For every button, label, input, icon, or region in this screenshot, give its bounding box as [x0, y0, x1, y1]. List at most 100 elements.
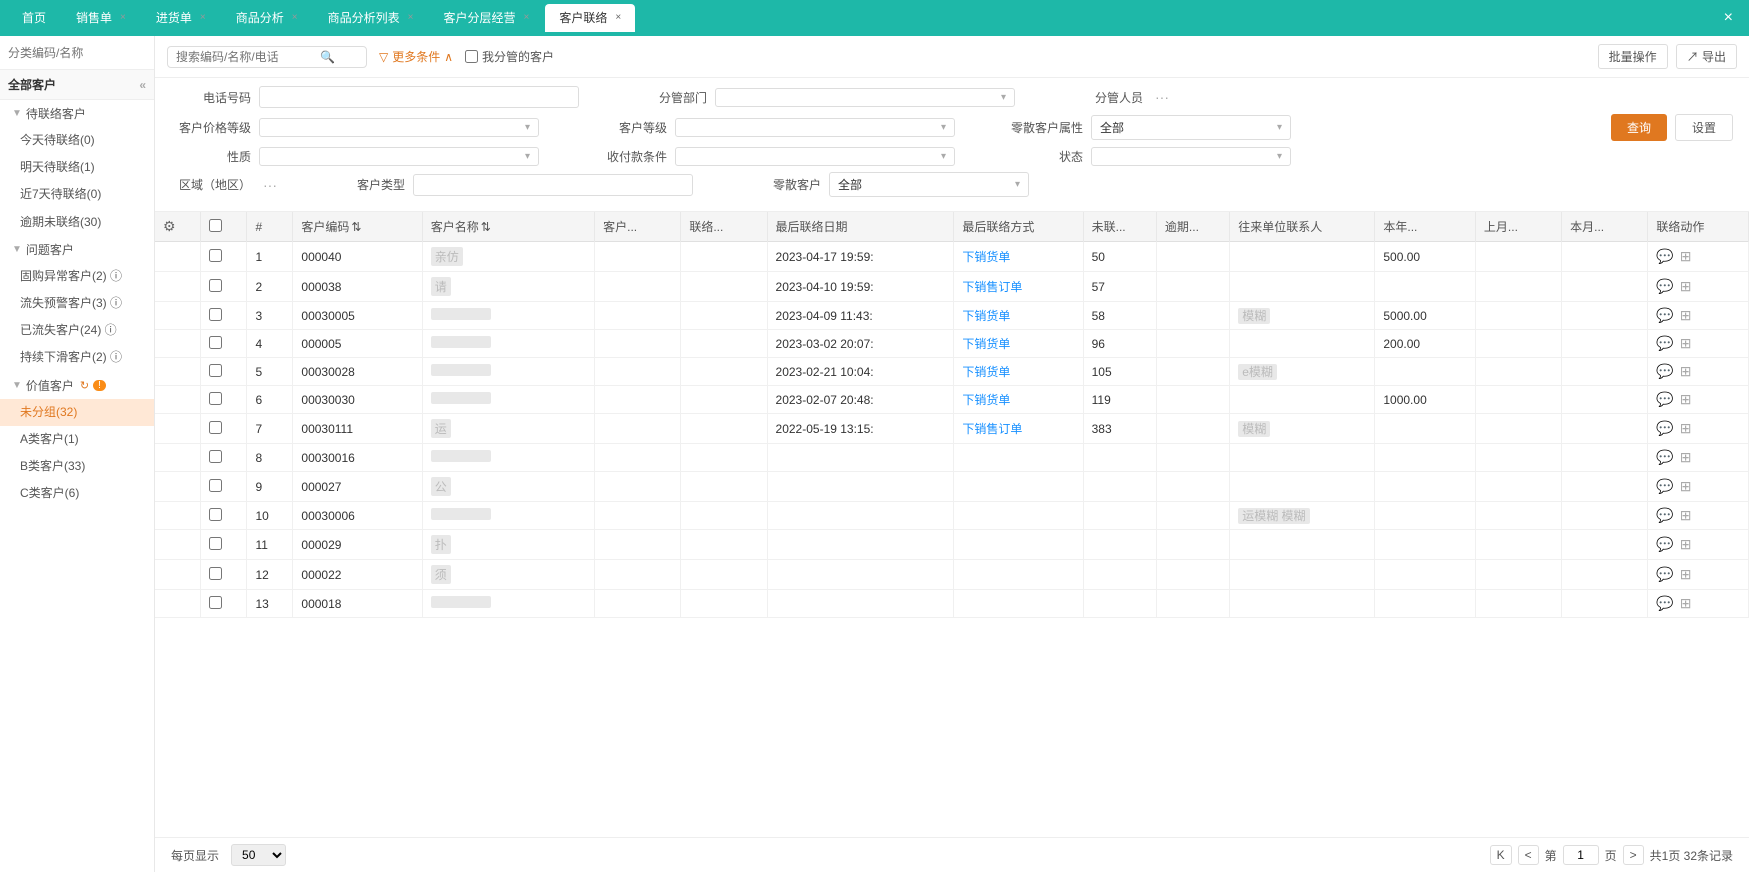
my-customers-checkbox[interactable]	[465, 50, 478, 63]
manager-dots[interactable]: ···	[1155, 89, 1169, 105]
row-checkbox[interactable]	[209, 450, 222, 463]
sidebar-item-unrated[interactable]: 未分组(32)	[0, 399, 154, 426]
status-select[interactable]: ▾	[1091, 147, 1291, 166]
cell-checkbox[interactable]	[201, 330, 247, 358]
window-close-button[interactable]: ×	[1716, 9, 1741, 27]
contact-action-grid[interactable]: ⊞	[1680, 507, 1692, 524]
cell-checkbox[interactable]	[201, 590, 247, 618]
last-contact-method-link[interactable]: 下销售订单	[962, 280, 1022, 294]
cell-checkbox[interactable]	[201, 302, 247, 330]
refresh-icon[interactable]: ↻	[80, 379, 89, 392]
tab-home[interactable]: 首页	[8, 4, 60, 32]
first-page-button[interactable]: K	[1490, 845, 1512, 865]
query-button[interactable]: 查询	[1611, 114, 1667, 141]
export-button[interactable]: ↗ 导出	[1676, 44, 1737, 69]
select-all-checkbox[interactable]	[209, 219, 222, 232]
tab-customer-segment-close[interactable]: ×	[523, 4, 529, 32]
contact-action-grid[interactable]: ⊞	[1680, 449, 1692, 466]
row-checkbox[interactable]	[209, 279, 222, 292]
contact-action-grid[interactable]: ⊞	[1680, 536, 1692, 553]
scatter-customer-select[interactable]: 全部 ▾	[829, 172, 1029, 197]
cell-checkbox[interactable]	[201, 414, 247, 444]
sidebar-search-input[interactable]	[8, 46, 155, 60]
tab-customer-contact-close[interactable]: ×	[615, 4, 621, 32]
tab-purchase-close[interactable]: ×	[200, 4, 206, 32]
tab-sales[interactable]: 销售单 ×	[62, 4, 140, 32]
contact-action-grid[interactable]: ⊞	[1680, 566, 1692, 583]
sidebar-item-a-class[interactable]: A类客户(1)	[0, 426, 154, 453]
search-box[interactable]: 🔍	[167, 46, 367, 68]
tab-sales-close[interactable]: ×	[120, 4, 126, 32]
tab-purchase[interactable]: 进货单 ×	[142, 4, 220, 32]
row-checkbox[interactable]	[209, 308, 222, 321]
sidebar-item-lost[interactable]: 已流失客户(24) ⓘ	[0, 317, 154, 344]
last-contact-method-link[interactable]: 下销货单	[962, 393, 1010, 407]
cell-checkbox[interactable]	[201, 386, 247, 414]
row-checkbox[interactable]	[209, 249, 222, 262]
nature-select[interactable]: ▾	[259, 147, 539, 166]
col-settings[interactable]: ⚙	[155, 212, 201, 242]
row-checkbox[interactable]	[209, 336, 222, 349]
row-checkbox[interactable]	[209, 479, 222, 492]
col-checkbox[interactable]	[201, 212, 247, 242]
batch-operation-button[interactable]: 批量操作	[1598, 44, 1668, 69]
scatter-attr-select[interactable]: 全部 ▾	[1091, 115, 1291, 140]
contact-action-chat[interactable]: 💬	[1656, 307, 1673, 324]
cell-checkbox[interactable]	[201, 502, 247, 530]
contact-action-grid[interactable]: ⊞	[1680, 278, 1692, 295]
more-conditions-button[interactable]: ▽ 更多条件 ∧	[379, 48, 453, 65]
contact-action-grid[interactable]: ⊞	[1680, 420, 1692, 437]
search-input[interactable]	[176, 50, 316, 64]
row-checkbox[interactable]	[209, 567, 222, 580]
value-customers-group[interactable]: ▼ 价值客户 ↻ !	[0, 372, 154, 399]
tab-customer-contact[interactable]: 客户联络 ×	[545, 4, 635, 32]
contact-action-grid[interactable]: ⊞	[1680, 478, 1692, 495]
sidebar-item-tomorrow[interactable]: 明天待联络(1)	[0, 154, 154, 181]
tab-goods-analysis-list[interactable]: 商品分析列表 ×	[314, 4, 428, 32]
cell-checkbox[interactable]	[201, 358, 247, 386]
contact-action-chat[interactable]: 💬	[1656, 536, 1673, 553]
sidebar-item-overdue[interactable]: 逾期未联络(30)	[0, 209, 154, 236]
contact-action-chat[interactable]: 💬	[1656, 566, 1673, 583]
payment-select[interactable]: ▾	[675, 147, 955, 166]
col-name[interactable]: 客户名称 ⇅	[422, 212, 594, 242]
sidebar-item-decreasing[interactable]: 持续下滑客户(2) ⓘ	[0, 344, 154, 371]
cell-checkbox[interactable]	[201, 530, 247, 560]
cell-checkbox[interactable]	[201, 444, 247, 472]
next-page-button[interactable]: >	[1623, 845, 1644, 865]
cell-checkbox[interactable]	[201, 272, 247, 302]
contact-action-grid[interactable]: ⊞	[1680, 595, 1692, 612]
prev-page-button[interactable]: <	[1518, 845, 1539, 865]
contact-action-chat[interactable]: 💬	[1656, 420, 1673, 437]
customer-type-input[interactable]	[413, 174, 693, 196]
dept-select[interactable]: ▾	[715, 88, 1015, 107]
tab-goods-analysis[interactable]: 商品分析 ×	[222, 4, 312, 32]
problem-customers-group[interactable]: ▼ 问题客户	[0, 236, 154, 263]
col-code[interactable]: 客户编码 ⇅	[293, 212, 422, 242]
last-contact-method-link[interactable]: 下销货单	[962, 250, 1010, 264]
contact-action-grid[interactable]: ⊞	[1680, 248, 1692, 265]
contact-action-grid[interactable]: ⊞	[1680, 391, 1692, 408]
row-checkbox[interactable]	[209, 421, 222, 434]
row-checkbox[interactable]	[209, 508, 222, 521]
row-checkbox[interactable]	[209, 537, 222, 550]
cell-checkbox[interactable]	[201, 242, 247, 272]
contact-action-chat[interactable]: 💬	[1656, 335, 1673, 352]
contact-action-grid[interactable]: ⊞	[1680, 335, 1692, 352]
reset-button[interactable]: 设置	[1675, 114, 1733, 141]
contact-action-chat[interactable]: 💬	[1656, 478, 1673, 495]
row-checkbox[interactable]	[209, 596, 222, 609]
customer-level-select[interactable]: ▾	[675, 118, 955, 137]
sidebar-item-week[interactable]: 近7天待联络(0)	[0, 181, 154, 208]
contact-action-chat[interactable]: 💬	[1656, 449, 1673, 466]
cell-checkbox[interactable]	[201, 560, 247, 590]
last-contact-method-link[interactable]: 下销货单	[962, 365, 1010, 379]
tab-goods-analysis-close[interactable]: ×	[292, 4, 298, 32]
search-submit-icon[interactable]: 🔍	[320, 50, 335, 64]
row-checkbox[interactable]	[209, 392, 222, 405]
page-size-select[interactable]: 50 100 200	[231, 844, 286, 866]
contact-action-chat[interactable]: 💬	[1656, 363, 1673, 380]
contact-action-chat[interactable]: 💬	[1656, 391, 1673, 408]
contact-action-chat[interactable]: 💬	[1656, 507, 1673, 524]
all-customers-header[interactable]: 全部客户 «	[0, 70, 154, 100]
